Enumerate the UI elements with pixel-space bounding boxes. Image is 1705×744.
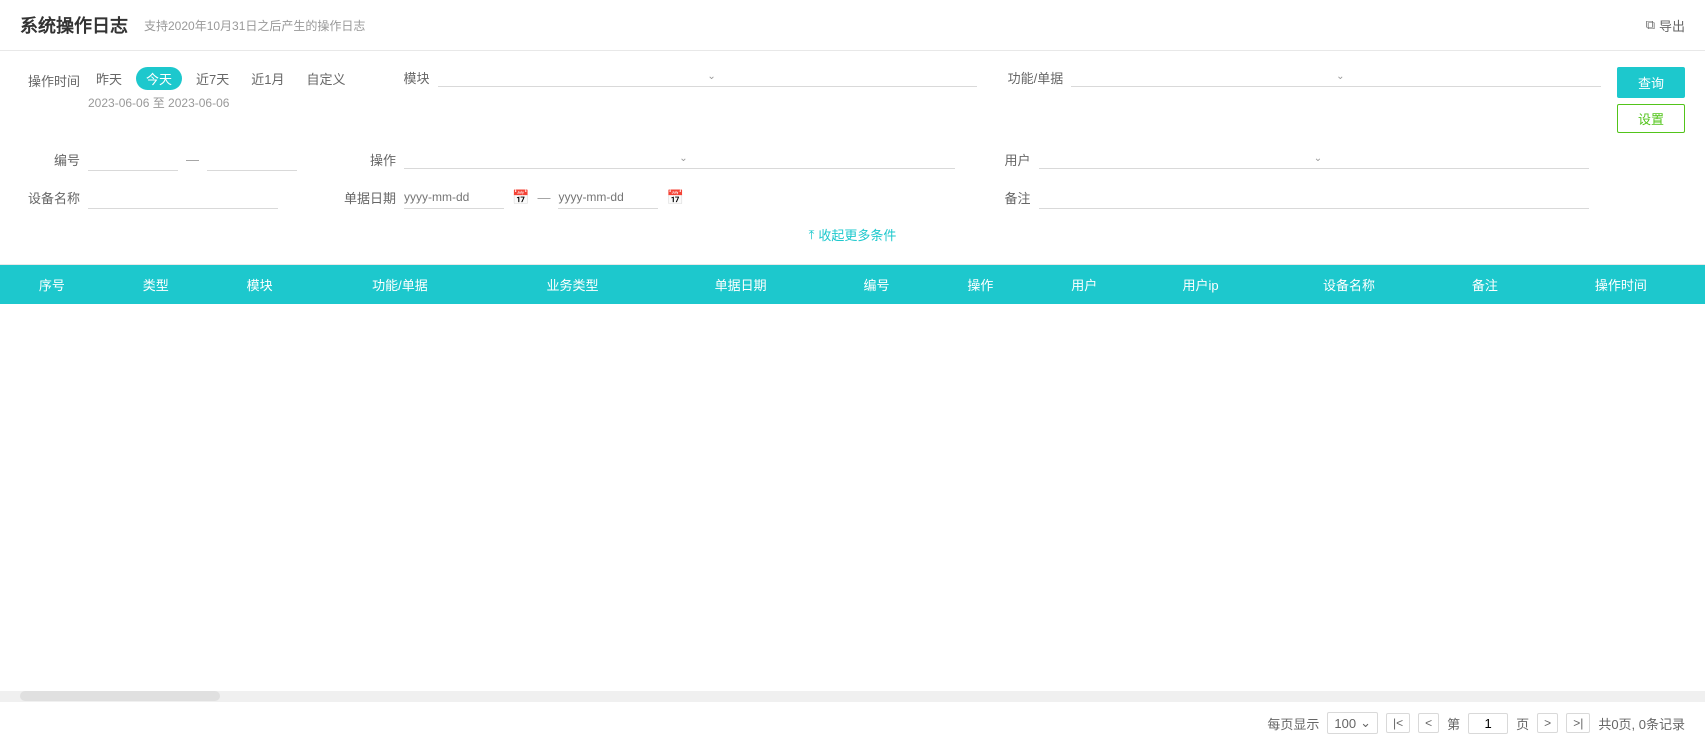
scroll-bar-area[interactable] (0, 691, 1705, 701)
table-col-业务类型: 业务类型 (488, 265, 656, 304)
table-section: 序号类型模块功能/单据业务类型单据日期编号操作用户用户ip设备名称备注操作时间 (0, 265, 1705, 691)
table-col-操作时间: 操作时间 (1537, 265, 1705, 304)
table-col-功能/单据: 功能/单据 (311, 265, 488, 304)
next-page-button[interactable]: > (1537, 713, 1558, 733)
remark-label: 备注 (971, 188, 1031, 207)
last-page-button[interactable]: >| (1566, 713, 1590, 733)
time-label: 操作时间 (20, 67, 80, 90)
time-btn-today[interactable]: 今天 (136, 67, 182, 90)
first-page-button[interactable]: |< (1386, 713, 1410, 733)
calendar-from-icon[interactable]: 📅 (512, 189, 529, 206)
table-col-用户ip: 用户ip (1136, 265, 1265, 304)
time-buttons: 昨天 今天 近7天 近1月 自定义 (88, 67, 354, 90)
date-to-input[interactable] (558, 186, 658, 209)
table-col-类型: 类型 (104, 265, 208, 304)
collapse-button[interactable]: ⤒ 收起更多条件 (809, 221, 897, 248)
module-label: 模块 (370, 68, 430, 87)
table-col-操作: 操作 (928, 265, 1032, 304)
date-label: 单据日期 (336, 188, 396, 207)
action-buttons: 查询 设置 (1617, 67, 1685, 133)
collapse-icon: ⤒ (809, 227, 815, 243)
table-col-单据日期: 单据日期 (657, 265, 825, 304)
number-from-input[interactable] (88, 147, 178, 171)
time-btn-yesterday[interactable]: 昨天 (88, 67, 130, 90)
operation-select[interactable]: ⌄ (404, 149, 955, 169)
page-title: 系统操作日志 (20, 12, 128, 38)
remark-input[interactable] (1039, 185, 1590, 209)
page-input[interactable] (1468, 713, 1508, 734)
filter-section: 操作时间 昨天 今天 近7天 近1月 自定义 2023-06-06 至 2023… (0, 51, 1705, 265)
date-from-input[interactable] (404, 186, 504, 209)
query-button[interactable]: 查询 (1617, 67, 1685, 98)
table-header: 序号类型模块功能/单据业务类型单据日期编号操作用户用户ip设备名称备注操作时间 (0, 265, 1705, 304)
device-input[interactable] (88, 185, 278, 209)
device-label: 设备名称 (20, 188, 80, 207)
table-col-用户: 用户 (1032, 265, 1136, 304)
data-table: 序号类型模块功能/单据业务类型单据日期编号操作用户用户ip设备名称备注操作时间 (0, 265, 1705, 304)
time-btn-7days[interactable]: 近7天 (188, 67, 237, 90)
table-header-row: 序号类型模块功能/单据业务类型单据日期编号操作用户用户ip设备名称备注操作时间 (0, 265, 1705, 304)
pagination-bar: 每页显示 100 ⌄ |< < 第 页 > >| 共0页, 0条记录 (0, 701, 1705, 744)
operation-chevron-icon: ⌄ (679, 153, 954, 164)
time-btn-1month[interactable]: 近1月 (243, 67, 292, 90)
function-select[interactable]: ⌄ (1071, 67, 1601, 87)
table-col-模块: 模块 (208, 265, 312, 304)
settings-button[interactable]: 设置 (1617, 104, 1685, 133)
main-content: 操作时间 昨天 今天 近7天 近1月 自定义 2023-06-06 至 2023… (0, 51, 1705, 744)
total-label: 共0页, 0条记录 (1598, 714, 1685, 733)
per-page-chevron-icon: ⌄ (1360, 715, 1371, 731)
function-label: 功能/单据 (993, 68, 1063, 87)
time-filter-group: 昨天 今天 近7天 近1月 自定义 2023-06-06 至 2023-06-0… (88, 67, 354, 111)
empty-area (0, 304, 1705, 654)
table-col-设备名称: 设备名称 (1265, 265, 1433, 304)
table-col-编号: 编号 (825, 265, 929, 304)
table-col-序号: 序号 (0, 265, 104, 304)
page-subtitle: 支持2020年10月31日之后产生的操作日志 (144, 17, 365, 34)
time-btn-custom[interactable]: 自定义 (299, 67, 354, 90)
module-select[interactable]: ⌄ (438, 67, 978, 87)
number-dash: — (186, 152, 199, 167)
operation-label: 操作 (336, 150, 396, 169)
module-chevron-icon: ⌄ (707, 71, 977, 82)
user-chevron-icon: ⌄ (1314, 153, 1589, 164)
page-header: 系统操作日志 支持2020年10月31日之后产生的操作日志 ⧉ 导出 (0, 0, 1705, 51)
table-col-备注: 备注 (1433, 265, 1537, 304)
per-page-value: 100 (1334, 716, 1356, 731)
collapse-label: 收起更多条件 (818, 225, 896, 244)
function-chevron-icon: ⌄ (1336, 71, 1601, 82)
page-suffix: 页 (1516, 714, 1529, 733)
user-label: 用户 (971, 150, 1031, 169)
calendar-to-icon[interactable]: 📅 (666, 189, 683, 206)
page-label: 第 (1447, 714, 1460, 733)
number-to-input[interactable] (207, 147, 297, 171)
export-icon: ⧉ (1646, 17, 1655, 33)
scroll-track[interactable] (20, 691, 220, 701)
export-button[interactable]: ⧉ 导出 (1646, 16, 1685, 35)
user-select[interactable]: ⌄ (1039, 149, 1590, 169)
date-dash: — (537, 190, 550, 205)
prev-page-button[interactable]: < (1418, 713, 1439, 733)
page-size-select[interactable]: 100 ⌄ (1327, 712, 1378, 734)
export-label: 导出 (1659, 16, 1685, 35)
number-label: 编号 (20, 150, 80, 169)
per-page-label: 每页显示 (1267, 714, 1319, 733)
time-range-text: 2023-06-06 至 2023-06-06 (88, 94, 354, 111)
